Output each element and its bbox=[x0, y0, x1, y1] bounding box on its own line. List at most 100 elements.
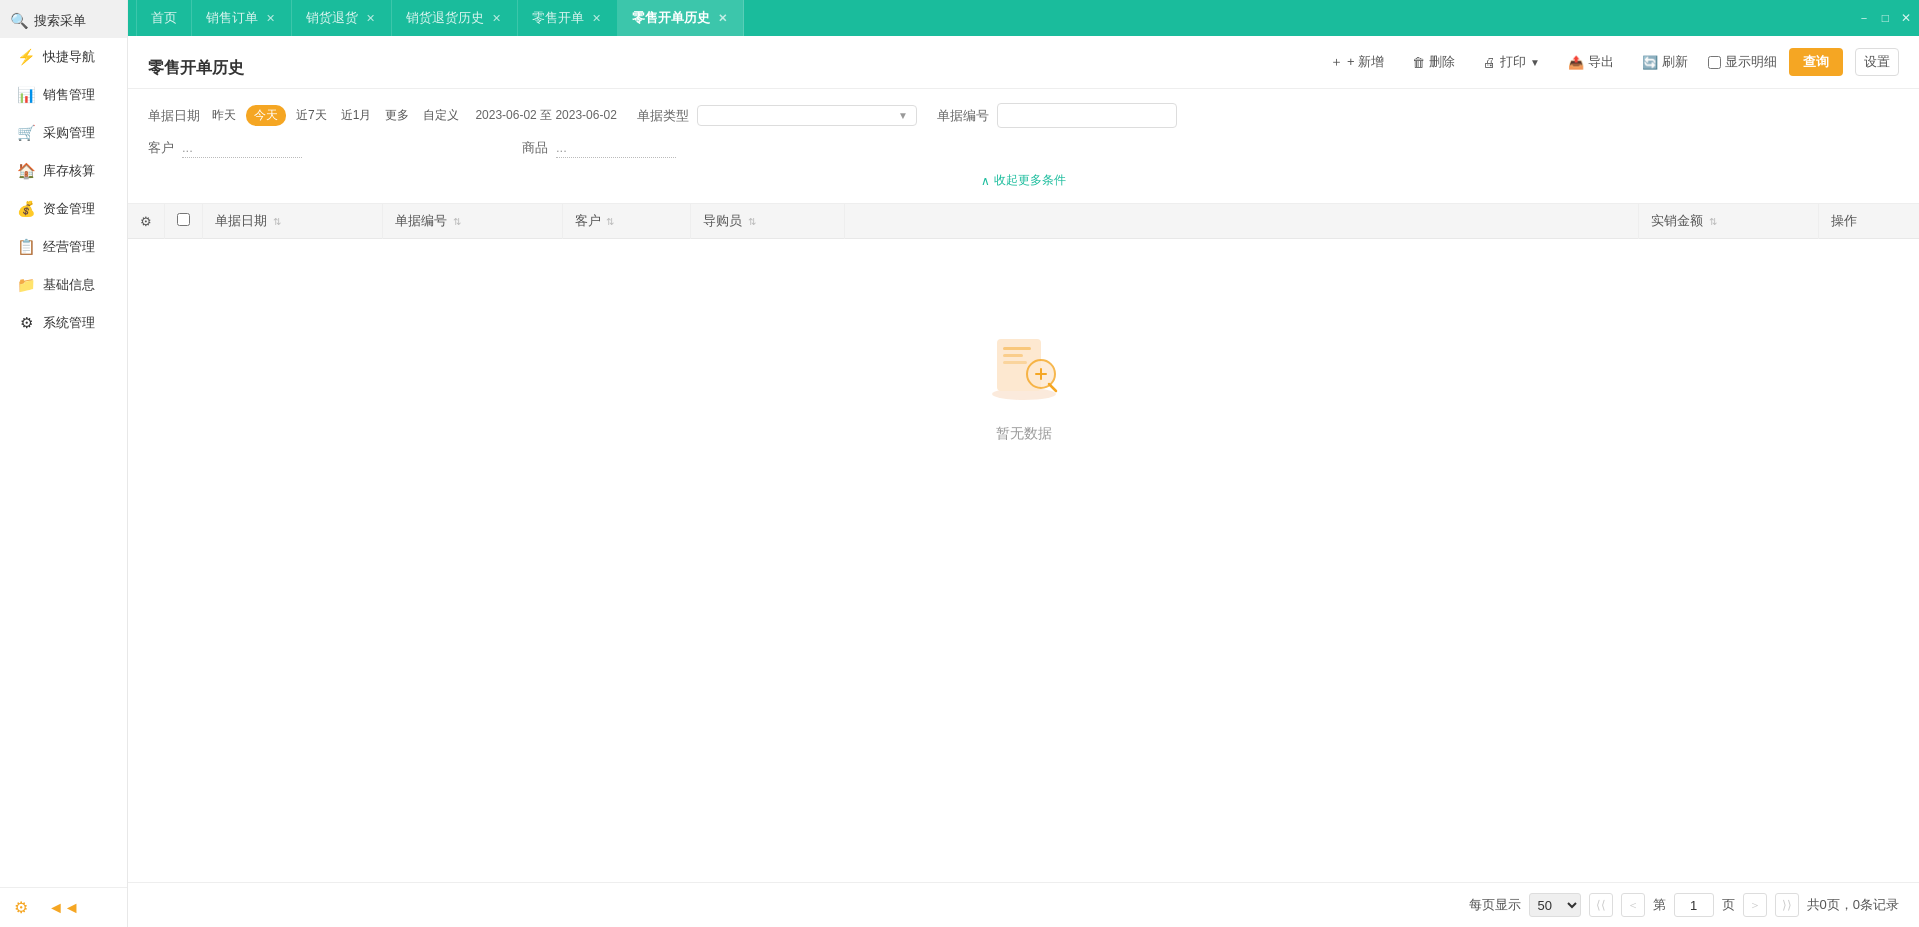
tab-sales-return-close[interactable]: ✕ bbox=[364, 12, 377, 25]
print-chevron-icon: ▼ bbox=[1530, 57, 1540, 68]
th-checkbox[interactable] bbox=[165, 204, 203, 239]
th-doc-no[interactable]: 单据编号 ⇅ bbox=[382, 204, 562, 239]
last-page-btn[interactable]: ⟩⟩ bbox=[1775, 893, 1799, 917]
sidebar-item-purchase-mgmt[interactable]: 🛒 采购管理 bbox=[0, 114, 127, 152]
sidebar-search[interactable]: 🔍 搜索采单 bbox=[0, 0, 127, 38]
query-label: 查询 bbox=[1803, 53, 1829, 71]
sidebar-item-label: 基础信息 bbox=[43, 276, 95, 294]
doc-no-label: 单据编号 bbox=[937, 107, 989, 125]
doc-type-label: 单据类型 bbox=[637, 107, 689, 125]
th-date-sort-icon: ⇅ bbox=[273, 216, 281, 227]
window-maximize-icon[interactable]: □ bbox=[1882, 11, 1889, 25]
filter-doc-no: 单据编号 bbox=[937, 103, 1177, 128]
tab-sales-return-history-close[interactable]: ✕ bbox=[490, 12, 503, 25]
tab-retail-open-history-close[interactable]: ✕ bbox=[716, 12, 729, 25]
sidebar-item-inventory[interactable]: 🏠 库存核算 bbox=[0, 152, 127, 190]
product-input[interactable]: ... bbox=[556, 138, 676, 158]
tab-retail-open-history[interactable]: 零售开单历史 ✕ bbox=[618, 0, 744, 36]
th-settings[interactable]: ⚙ bbox=[128, 204, 165, 239]
customer-input[interactable]: ... bbox=[182, 138, 302, 158]
tab-bar-right: － □ ✕ bbox=[1858, 10, 1911, 27]
print-button[interactable]: 🖨 打印 ▼ bbox=[1475, 49, 1548, 75]
select-all-checkbox[interactable] bbox=[177, 213, 190, 226]
tab-retail-open[interactable]: 零售开单 ✕ bbox=[518, 0, 618, 36]
product-label: 商品 bbox=[522, 139, 548, 157]
th-amount[interactable]: 实销金额 ⇅ bbox=[1639, 204, 1819, 239]
add-button[interactable]: ＋ + 新增 bbox=[1322, 49, 1392, 75]
doc-no-input[interactable] bbox=[997, 103, 1177, 128]
tab-sales-return-history-label: 销货退货历史 bbox=[406, 9, 484, 27]
date-7days[interactable]: 近7天 bbox=[292, 105, 331, 126]
main-area: 首页 销售订单 ✕ 销货退货 ✕ 销货退货历史 ✕ 零售开单 ✕ 零售开单历史 … bbox=[128, 0, 1919, 927]
tab-sales-order-close[interactable]: ✕ bbox=[264, 12, 277, 25]
filter-date: 单据日期 昨天 今天 近7天 近1月 更多 自定义 2023-06-02 至 2… bbox=[148, 105, 617, 126]
display-detail-checkbox[interactable] bbox=[1708, 56, 1721, 69]
add-label: + 新增 bbox=[1347, 53, 1384, 71]
collapse-more-btn[interactable]: ∧ 收起更多条件 bbox=[148, 168, 1899, 193]
date-yesterday[interactable]: 昨天 bbox=[208, 105, 240, 126]
th-salesperson[interactable]: 导购员 ⇅ bbox=[691, 204, 845, 239]
content-area: 零售开单历史 ＋ + 新增 🗑 删除 🖨 打印 ▼ 📤 导出 bbox=[128, 36, 1919, 927]
column-settings-icon[interactable]: ⚙ bbox=[140, 214, 152, 229]
th-salesperson-sort-icon: ⇅ bbox=[748, 216, 756, 227]
per-page-select[interactable]: 50 10 20 100 bbox=[1529, 893, 1581, 917]
export-button[interactable]: 📤 导出 bbox=[1560, 49, 1622, 75]
date-1month[interactable]: 近1月 bbox=[337, 105, 376, 126]
settings-bottom-icon[interactable]: ⚙ bbox=[14, 898, 28, 917]
data-table: ⚙ 单据日期 ⇅ 单据编号 ⇅ bbox=[128, 204, 1919, 239]
per-page-label: 每页显示 bbox=[1469, 896, 1521, 914]
first-page-btn[interactable]: ⟨⟨ bbox=[1589, 893, 1613, 917]
window-minimize-icon[interactable]: － bbox=[1858, 10, 1870, 27]
tab-sales-return-history[interactable]: 销货退货历史 ✕ bbox=[392, 0, 518, 36]
table-header-row: ⚙ 单据日期 ⇅ 单据编号 ⇅ bbox=[128, 204, 1919, 239]
pagination: 每页显示 50 10 20 100 ⟨⟨ ＜ 第 页 ＞ ⟩⟩ 共0页，0条记录 bbox=[128, 882, 1919, 927]
th-action-label: 操作 bbox=[1831, 213, 1857, 228]
sidebar-item-operations[interactable]: 📋 经营管理 bbox=[0, 228, 127, 266]
sidebar-bottom: ⚙ ◄◄ bbox=[0, 887, 127, 927]
window-close-icon[interactable]: ✕ bbox=[1901, 11, 1911, 25]
filter-row-2: 客户 ... 商品 ... bbox=[148, 138, 1899, 158]
tab-sales-order[interactable]: 销售订单 ✕ bbox=[192, 0, 292, 36]
sidebar-item-label: 销售管理 bbox=[43, 86, 95, 104]
doc-type-chevron-icon: ▼ bbox=[898, 110, 908, 121]
svg-rect-4 bbox=[1003, 361, 1027, 364]
tab-retail-open-close[interactable]: ✕ bbox=[590, 12, 603, 25]
sidebar-item-finance[interactable]: 💰 资金管理 bbox=[0, 190, 127, 228]
th-salesperson-label: 导购员 bbox=[703, 213, 742, 228]
system-icon: ⚙ bbox=[17, 314, 35, 332]
delete-button[interactable]: 🗑 删除 bbox=[1404, 49, 1463, 75]
sidebar-item-system[interactable]: ⚙ 系统管理 bbox=[0, 304, 127, 342]
svg-rect-2 bbox=[1003, 347, 1031, 350]
query-button[interactable]: 查询 bbox=[1789, 48, 1843, 76]
prev-page-btn[interactable]: ＜ bbox=[1621, 893, 1645, 917]
sidebar-search-label: 搜索采单 bbox=[34, 12, 86, 30]
doc-type-select[interactable]: ▼ bbox=[697, 105, 917, 126]
filter-product: 商品 ... bbox=[522, 138, 676, 158]
settings-label: 设置 bbox=[1864, 53, 1890, 71]
date-today[interactable]: 今天 bbox=[246, 105, 286, 126]
current-page-input[interactable] bbox=[1674, 893, 1714, 917]
filter-customer: 客户 ... bbox=[148, 138, 302, 158]
customer-label: 客户 bbox=[148, 139, 174, 157]
search-icon: 🔍 bbox=[10, 12, 28, 30]
collapse-sidebar-icon[interactable]: ◄◄ bbox=[48, 899, 80, 917]
sidebar-item-label: 经营管理 bbox=[43, 238, 95, 256]
export-label: 导出 bbox=[1588, 53, 1614, 71]
th-customer[interactable]: 客户 ⇅ bbox=[562, 204, 690, 239]
collapse-chevron-icon: ∧ bbox=[981, 174, 990, 188]
settings-button[interactable]: 设置 bbox=[1855, 48, 1899, 76]
sidebar-item-sales-mgmt[interactable]: 📊 销售管理 bbox=[0, 76, 127, 114]
print-icon: 🖨 bbox=[1483, 55, 1496, 70]
date-custom[interactable]: 自定义 bbox=[419, 105, 463, 126]
display-detail-toggle[interactable]: 显示明细 bbox=[1708, 53, 1777, 71]
next-page-btn[interactable]: ＞ bbox=[1743, 893, 1767, 917]
sidebar-item-basics[interactable]: 📁 基础信息 bbox=[0, 266, 127, 304]
date-more[interactable]: 更多 bbox=[381, 105, 413, 126]
refresh-button[interactable]: 🔄 刷新 bbox=[1634, 49, 1696, 75]
tab-home[interactable]: 首页 bbox=[136, 0, 192, 36]
display-detail-label: 显示明细 bbox=[1725, 53, 1777, 71]
th-date[interactable]: 单据日期 ⇅ bbox=[203, 204, 383, 239]
sidebar-item-quick-nav[interactable]: ⚡ 快捷导航 bbox=[0, 38, 127, 76]
th-amount-sort-icon: ⇅ bbox=[1709, 216, 1717, 227]
tab-sales-return[interactable]: 销货退货 ✕ bbox=[292, 0, 392, 36]
